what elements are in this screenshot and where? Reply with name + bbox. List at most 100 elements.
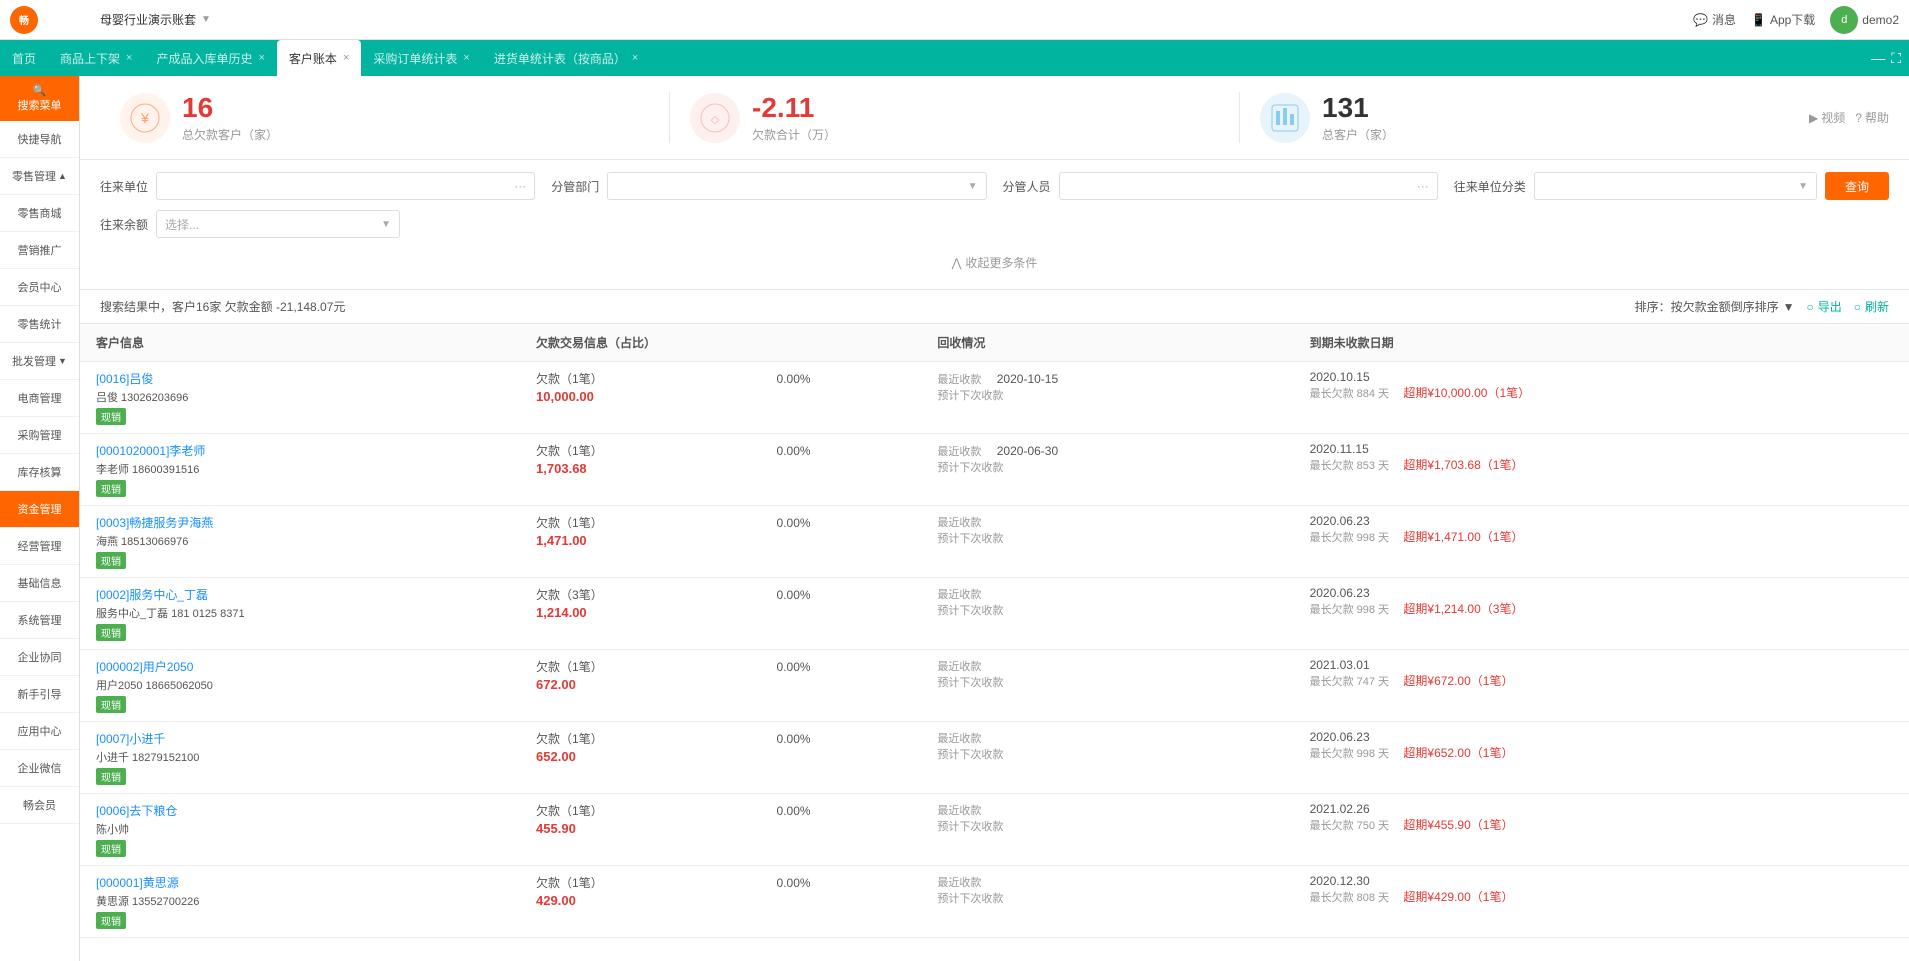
debt-amount: 672.00: [536, 677, 744, 692]
customer-phone: 用户2050 18665062050: [96, 677, 504, 693]
sidebar-item-newbie[interactable]: 新手引导: [0, 676, 79, 713]
due-date: 2020.11.15: [1310, 442, 1893, 456]
tab-product-in[interactable]: 产成品入库单历史 ×: [144, 40, 276, 76]
due-date-cell: 2020.10.15 最长欠款 884 天 超期¥10,000.00（1笔）: [1294, 362, 1909, 434]
overdue-amount[interactable]: 超期¥10,000.00（1笔）: [1403, 386, 1530, 400]
tab-minimize-icon[interactable]: —: [1871, 50, 1885, 66]
sidebar-item-inventory[interactable]: 库存核算: [0, 454, 79, 491]
enterprise-coop-label: 企业协同: [4, 649, 75, 665]
message-btn[interactable]: 💬 消息: [1693, 11, 1736, 28]
overdue-amount[interactable]: 超期¥455.90（1笔）: [1403, 818, 1513, 832]
tab-home[interactable]: 首页: [0, 40, 48, 76]
customer-name[interactable]: [000002]用户2050: [96, 658, 504, 675]
customer-name[interactable]: [0001020001]李老师: [96, 442, 504, 459]
customer-name[interactable]: [0002]服务中心_丁磊: [96, 586, 504, 603]
tab-product-in-close[interactable]: ×: [258, 52, 264, 64]
balance-select[interactable]: 选择... ▼: [156, 210, 400, 238]
user-avatar[interactable]: d demo2: [1830, 6, 1899, 34]
overdue-amount[interactable]: 超期¥1,471.00（1笔）: [1403, 530, 1523, 544]
sidebar-item-batch-mgmt[interactable]: 批发管理 ▼: [0, 343, 79, 380]
debt-amount-num: -2.11: [752, 92, 836, 124]
customer-phone: 小进千 18279152100: [96, 749, 504, 765]
collection-info: 最近收款: [937, 730, 1277, 746]
collection-cell: 最近收款 预计下次收款: [921, 650, 1293, 722]
debt-amount-label: 欠款合计（万）: [752, 126, 836, 143]
debt-count: 欠款（1笔）: [536, 514, 744, 531]
sidebar-item-finance[interactable]: 资金管理: [0, 491, 79, 528]
collection-cell: 最近收款 预计下次收款: [921, 506, 1293, 578]
dept-select[interactable]: ▼: [607, 172, 986, 200]
sidebar-item-purchase-mgmt[interactable]: 采购管理: [0, 417, 79, 454]
due-date-cell: 2020.06.23 最长欠款 998 天 超期¥1,214.00（3笔）: [1294, 578, 1909, 650]
sidebar-item-retail-stats[interactable]: 零售统计: [0, 306, 79, 343]
customer-name[interactable]: [0003]畅捷服务尹海燕: [96, 514, 504, 531]
person-input[interactable]: ···: [1059, 172, 1438, 200]
sidebar-item-retail-mall[interactable]: 零售商城: [0, 195, 79, 232]
stat-help-btns: ▶ 视频 ? 帮助: [1809, 109, 1889, 126]
collapse-label: 收起更多条件: [965, 254, 1037, 271]
export-btn[interactable]: ○ 导出: [1806, 298, 1841, 315]
sidebar-item-marketing[interactable]: 营销推广: [0, 232, 79, 269]
sidebar-item-member-center[interactable]: 会员中心: [0, 269, 79, 306]
sort-selector[interactable]: 排序：按欠款金额倒序排序 ▼: [1635, 298, 1795, 315]
table-row: [0007]小进千 小进千 18279152100 现销 欠款（1笔） 652.…: [80, 722, 1909, 794]
customer-info-cell: [0007]小进千 小进千 18279152100 现销: [80, 722, 520, 794]
unit-category-label: 往来单位分类: [1454, 178, 1526, 195]
video-btn[interactable]: ▶ 视频: [1809, 109, 1845, 126]
collapse-filters-btn[interactable]: ⋀ 收起更多条件: [100, 248, 1889, 277]
tab-customer-account-close[interactable]: ×: [343, 52, 349, 64]
customer-name[interactable]: [0016]吕俊: [96, 370, 504, 387]
top-right-actions: 💬 消息 📱 App下载 d demo2: [1693, 6, 1899, 34]
sidebar-item-member-vip[interactable]: 畅会员: [0, 787, 79, 824]
sidebar-item-ecommerce[interactable]: 电商管理: [0, 380, 79, 417]
from-unit-input[interactable]: ···: [156, 172, 535, 200]
sidebar-item-basic-info[interactable]: 基础信息: [0, 565, 79, 602]
customer-name[interactable]: [000001]黄思源: [96, 874, 504, 891]
system-mgmt-label: 系统管理: [4, 612, 75, 628]
customer-name[interactable]: [0007]小进千: [96, 730, 504, 747]
refresh-btn[interactable]: ○ 刷新: [1854, 298, 1889, 315]
filter-person: 分管人员 ···: [1003, 172, 1438, 200]
next-payment-label: 预计下次收款: [937, 530, 1277, 546]
newbie-label: 新手引导: [4, 686, 75, 702]
tab-purchase-order[interactable]: 采购订单统计表 ×: [361, 40, 481, 76]
help-btn[interactable]: ? 帮助: [1855, 109, 1889, 126]
stat-debt-amount: ◇ -2.11 欠款合计（万）: [670, 92, 1240, 143]
unit-category-select[interactable]: ▼: [1534, 172, 1817, 200]
sidebar-item-retail-mgmt[interactable]: 零售管理 ▲: [0, 158, 79, 195]
phone-icon: 📱: [1751, 13, 1766, 27]
stat-debt-amount-content: -2.11 欠款合计（万）: [752, 92, 836, 143]
sidebar-item-enterprise-wechat[interactable]: 企业微信: [0, 750, 79, 787]
tab-maximize-icon[interactable]: ⛶: [1891, 50, 1901, 67]
query-button[interactable]: 查询: [1825, 172, 1889, 200]
debt-count-cell: 欠款（1笔） 672.00: [520, 650, 760, 722]
company-selector[interactable]: 母婴行业演示账套 ▼: [100, 11, 1693, 28]
tab-product-off[interactable]: 商品上下架 ×: [48, 40, 144, 76]
app-download-btn[interactable]: 📱 App下载: [1751, 11, 1815, 28]
last-payment-label: 最近收款: [937, 374, 981, 386]
sidebar-item-app-center[interactable]: 应用中心: [0, 713, 79, 750]
tab-purchase-order-close[interactable]: ×: [463, 52, 469, 64]
sidebar-search[interactable]: 🔍 搜索菜单: [0, 76, 79, 121]
tab-product-off-close[interactable]: ×: [126, 52, 132, 64]
overdue-amount[interactable]: 超期¥672.00（1笔）: [1403, 674, 1513, 688]
main-layout: 🔍 搜索菜单 快捷导航 零售管理 ▲ 零售商城 营销推广 会员中心 零售统计 批…: [0, 76, 1909, 961]
overdue-amount[interactable]: 超期¥1,703.68（1笔）: [1403, 458, 1523, 472]
overdue-days: 最长欠款 998 天: [1310, 532, 1400, 544]
sidebar-item-quick-nav[interactable]: 快捷导航: [0, 121, 79, 158]
sidebar-item-enterprise-coop[interactable]: 企业协同: [0, 639, 79, 676]
tab-customer-account[interactable]: 客户账本 ×: [277, 40, 361, 76]
table-row: [000001]黄思源 黄思源 13552700226 现销 欠款（1笔） 42…: [80, 866, 1909, 938]
overdue-amount[interactable]: 超期¥652.00（1笔）: [1403, 746, 1513, 760]
overdue-amount[interactable]: 超期¥429.00（1笔）: [1403, 890, 1513, 904]
sidebar-item-business-mgmt[interactable]: 经营管理: [0, 528, 79, 565]
sidebar-item-system-mgmt[interactable]: 系统管理: [0, 602, 79, 639]
next-payment-label: 预计下次收款: [937, 746, 1277, 762]
debt-percent-cell: 0.00%: [761, 866, 922, 938]
overdue-amount[interactable]: 超期¥1,214.00（3笔）: [1403, 602, 1523, 616]
tab-incoming-stat[interactable]: 进货单统计表（按商品） ×: [482, 40, 650, 76]
customer-name[interactable]: [0006]去下粮仓: [96, 802, 504, 819]
tab-incoming-stat-close[interactable]: ×: [632, 52, 638, 64]
table-row: [000002]用户2050 用户2050 18665062050 现销 欠款（…: [80, 650, 1909, 722]
customer-phone: 海燕 18513066976: [96, 533, 504, 549]
